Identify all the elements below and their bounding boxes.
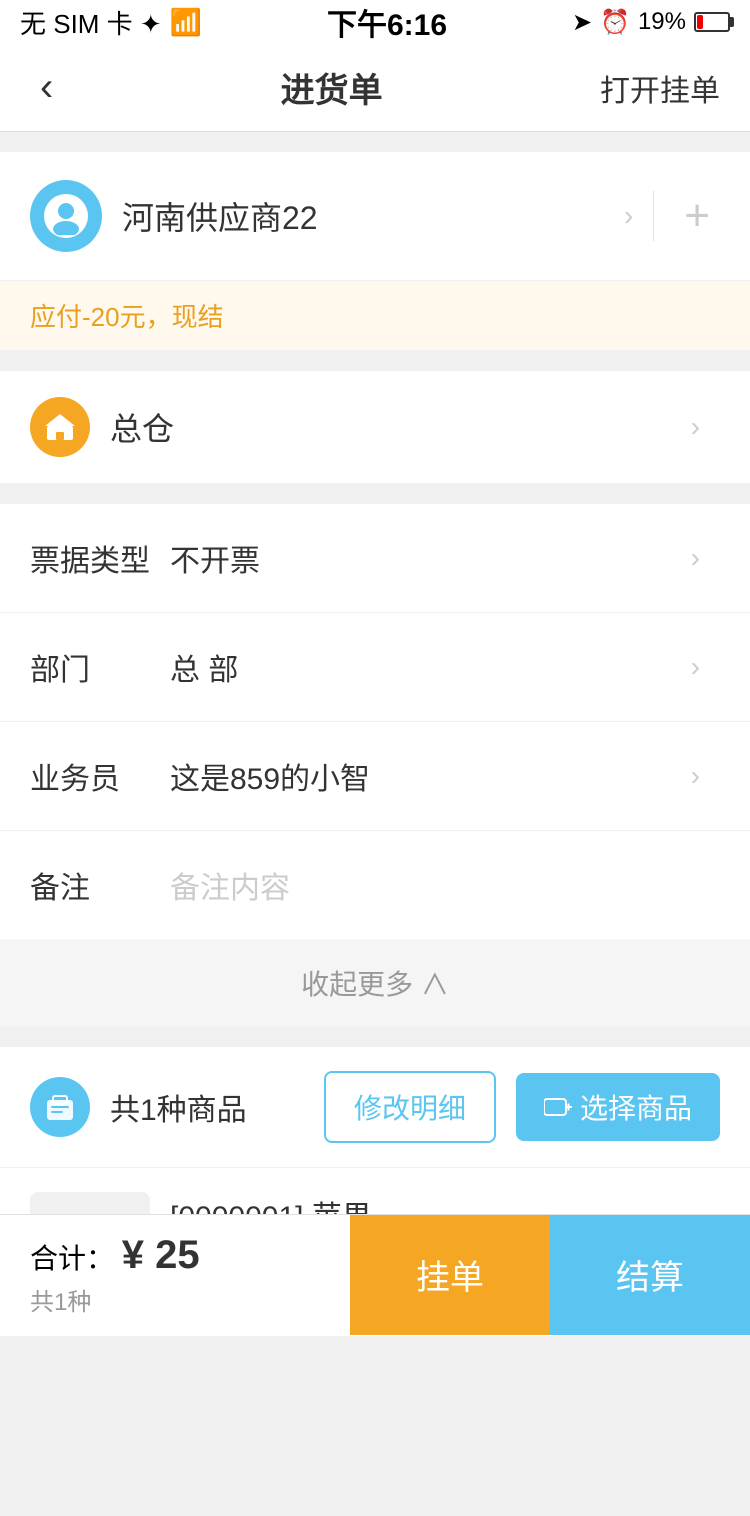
ticket-type-row[interactable]: 票据类型 不开票 › — [0, 503, 750, 612]
products-count: 共1种商品 — [110, 1085, 304, 1129]
supplier-divider — [653, 191, 654, 241]
total-amount: ¥ 25 — [122, 1233, 200, 1277]
add-supplier-button[interactable]: + — [674, 191, 720, 241]
wifi-icon: 📶 — [170, 7, 202, 38]
footer-total-row: 合计： ¥ 25 — [30, 1233, 320, 1278]
divider-1 — [0, 350, 750, 370]
open-hold-button[interactable]: 打开挂单 — [600, 66, 720, 110]
products-header: 共1种商品 修改明细 选择商品 — [0, 1047, 750, 1167]
avatar-icon — [44, 194, 88, 238]
salesperson-label: 业务员 — [30, 754, 170, 798]
department-value: 总 部 — [170, 645, 691, 689]
footer: 合计： ¥ 25 共1种 挂单 结算 — [0, 1214, 750, 1334]
department-label: 部门 — [30, 645, 170, 689]
warehouse-section: 总仓 › — [0, 370, 750, 483]
warehouse-chevron-icon: › — [691, 411, 700, 443]
hold-button[interactable]: 挂单 — [350, 1215, 550, 1335]
warehouse-icon — [30, 397, 90, 457]
status-right: ➤ ⏰ 19% — [572, 8, 730, 37]
total-label: 合计： — [30, 1243, 114, 1274]
supplier-notice: 应付-20元，现结 — [0, 281, 750, 350]
battery-text: 19% — [638, 8, 686, 36]
signal-text: 无 SIM 卡 ✦ — [20, 4, 162, 41]
page-title: 进货单 — [281, 63, 383, 112]
remark-label: 备注 — [30, 863, 170, 907]
select-product-button[interactable]: 选择商品 — [516, 1073, 720, 1141]
form-section: 票据类型 不开票 › 部门 总 部 › 业务员 这是859的小智 › 备注 备注… — [0, 503, 750, 939]
collapse-toggle[interactable]: 收起更多 ∧ — [0, 939, 750, 1027]
footer-total: 合计： ¥ 25 共1种 — [0, 1233, 350, 1317]
department-row[interactable]: 部门 总 部 › — [0, 612, 750, 721]
supplier-row[interactable]: 河南供应商22 › + — [0, 152, 750, 281]
salesperson-row[interactable]: 业务员 这是859的小智 › — [0, 721, 750, 830]
warehouse-name: 总仓 — [110, 404, 691, 450]
back-button[interactable]: ‹ — [30, 55, 63, 120]
remark-row[interactable]: 备注 备注内容 — [0, 830, 750, 939]
bottom-spacer — [0, 1336, 750, 1516]
ticket-type-label: 票据类型 — [30, 536, 170, 580]
nav-bar: ‹ 进货单 打开挂单 — [0, 44, 750, 132]
divider-2 — [0, 483, 750, 503]
footer-sub-label: 共1种 — [30, 1282, 320, 1317]
supplier-chevron-icon: › — [624, 200, 633, 232]
location-icon: ➤ — [572, 8, 592, 37]
products-icon — [30, 1077, 90, 1137]
status-time: 下午6:16 — [327, 0, 447, 44]
ticket-type-chevron-icon: › — [691, 542, 700, 574]
salesperson-chevron-icon: › — [691, 760, 700, 792]
supplier-avatar — [30, 180, 102, 252]
top-divider — [0, 132, 750, 152]
battery-icon — [694, 12, 730, 32]
checkout-button[interactable]: 结算 — [550, 1215, 750, 1335]
select-product-label: 选择商品 — [580, 1087, 692, 1127]
warehouse-row[interactable]: 总仓 › — [0, 370, 750, 483]
status-left: 无 SIM 卡 ✦ 📶 — [20, 4, 202, 41]
status-bar: 无 SIM 卡 ✦ 📶 下午6:16 ➤ ⏰ 19% — [0, 0, 750, 44]
edit-detail-button[interactable]: 修改明细 — [324, 1071, 496, 1143]
supplier-section: 河南供应商22 › + 应付-20元，现结 — [0, 152, 750, 350]
department-chevron-icon: › — [691, 651, 700, 683]
ticket-type-value: 不开票 — [170, 536, 691, 580]
alarm-icon: ⏰ — [600, 8, 630, 37]
supplier-name: 河南供应商22 — [122, 193, 624, 239]
divider-3 — [0, 1027, 750, 1047]
remark-value: 备注内容 — [170, 863, 720, 907]
salesperson-value: 这是859的小智 — [170, 754, 691, 798]
